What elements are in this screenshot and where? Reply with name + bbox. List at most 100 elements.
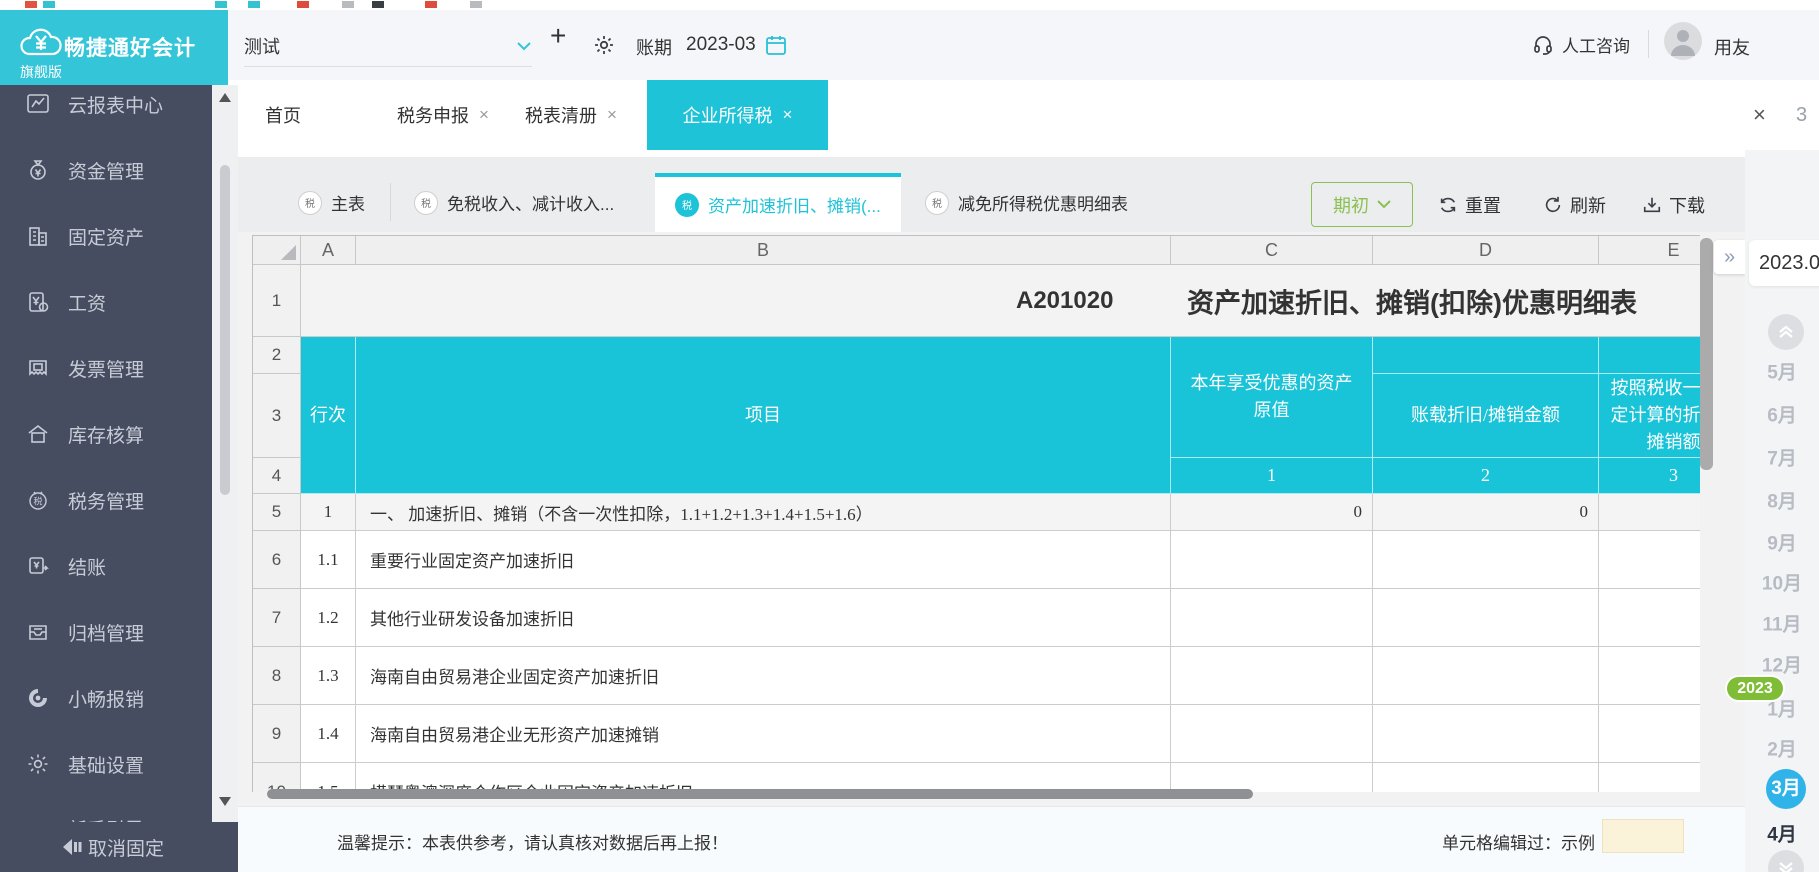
cell-item[interactable]: 海南自由贸易港企业无形资产加速摊销 — [356, 705, 1171, 763]
sidebar-item-cloud-reports[interactable]: 云报表中心 — [0, 84, 212, 124]
collapse-panel-button[interactable]: » — [1714, 240, 1745, 274]
form-title-cell[interactable]: A201020 资产加速折旧、摊销(扣除)优惠明细表 — [301, 265, 1700, 337]
cell-item[interactable]: 横琴粤澳深度合作区企业固定资产加速折旧 — [356, 763, 1171, 792]
sidebar-item-invoices[interactable]: 发票管理 — [0, 348, 212, 388]
col-header-e[interactable]: E — [1599, 236, 1700, 265]
sidebar-item-inventory[interactable]: 库存核算 — [0, 414, 212, 454]
cell-value[interactable] — [1373, 589, 1599, 647]
close-icon[interactable]: × — [783, 105, 793, 125]
row-number[interactable]: 5 — [253, 494, 301, 531]
cell-item[interactable]: 海南自由贸易港企业固定资产加速折旧 — [356, 647, 1171, 705]
cell-value[interactable] — [1171, 589, 1373, 647]
download-button[interactable]: 下载 — [1642, 182, 1705, 227]
col-header-a[interactable]: A — [301, 236, 356, 265]
cell-value[interactable] — [1599, 647, 1700, 705]
month-item[interactable]: 4月 — [1745, 820, 1819, 847]
sidebar-scrollbar-thumb[interactable] — [220, 165, 230, 495]
cell-value[interactable] — [1599, 494, 1700, 531]
header-tax-depreciation[interactable]: 按照税收一般规定计算的折旧、摊销额 — [1599, 374, 1700, 458]
add-account-button[interactable]: + — [550, 20, 566, 52]
sidebar-item-salary[interactable]: 工资 — [0, 282, 212, 322]
sidebar-item-funds[interactable]: 资金管理 — [0, 150, 212, 190]
scroll-months-up-button[interactable] — [1768, 314, 1804, 350]
month-item[interactable]: 2月 — [1745, 735, 1819, 762]
row-number[interactable]: 8 — [253, 647, 301, 705]
sidebar-item-settings[interactable]: 基础设置 — [0, 744, 212, 784]
select-all-corner[interactable] — [253, 236, 301, 265]
month-item[interactable]: 9月 — [1745, 529, 1819, 556]
col-header-c[interactable]: C — [1171, 236, 1373, 265]
month-item[interactable]: 5月 — [1745, 358, 1819, 385]
header-col-num-2[interactable]: 2 — [1373, 458, 1599, 494]
cell-value[interactable] — [1599, 763, 1700, 792]
calendar-icon[interactable] — [764, 33, 788, 57]
month-item[interactable]: 8月 — [1745, 487, 1819, 514]
close-icon[interactable]: × — [607, 105, 617, 125]
row-number[interactable]: 6 — [253, 531, 301, 589]
col-header-d[interactable]: D — [1373, 236, 1599, 265]
month-item[interactable]: 11月 — [1745, 610, 1819, 637]
header-col-num-1[interactable]: 1 — [1171, 458, 1373, 494]
row-number[interactable]: 7 — [253, 589, 301, 647]
account-selector[interactable]: 测试 — [244, 26, 532, 67]
unpin-sidebar-button[interactable]: 取消固定 — [0, 822, 238, 872]
row-number[interactable]: 10 — [253, 763, 301, 792]
cell-value[interactable] — [1171, 705, 1373, 763]
month-item[interactable]: 12月 — [1745, 651, 1819, 678]
cell-value[interactable] — [1171, 531, 1373, 589]
cell-value[interactable] — [1373, 647, 1599, 705]
current-period-card[interactable]: 2023.03 — [1749, 240, 1819, 286]
cell-row-no[interactable]: 1.5 — [301, 763, 356, 792]
header-item[interactable]: 项目 — [356, 337, 1171, 494]
subtab-taxfree-income[interactable]: 税 免税收入、减计收入... — [394, 173, 634, 232]
cell-value[interactable]: 0 — [1373, 494, 1599, 531]
refresh-button[interactable]: 刷新 — [1543, 182, 1606, 227]
reset-button[interactable]: 重置 — [1438, 182, 1501, 227]
month-item[interactable]: 7月 — [1745, 444, 1819, 471]
cell-item[interactable]: 一、 加速折旧、摊销（不含一次性扣除，1.1+1.2+1.3+1.4+1.5+1… — [356, 494, 1171, 531]
period-value[interactable]: 2023-03 — [686, 34, 756, 56]
cell-row-no[interactable]: 1.3 — [301, 647, 356, 705]
settings-gear-button[interactable] — [592, 33, 616, 57]
cell-row-no[interactable]: 1.4 — [301, 705, 356, 763]
horizontal-scrollbar-thumb[interactable] — [267, 789, 1253, 799]
scroll-months-down-button[interactable] — [1768, 850, 1804, 872]
avatar[interactable] — [1664, 22, 1702, 60]
header-col-num-3[interactable]: 3 — [1599, 458, 1700, 494]
sidebar-item-fixed-assets[interactable]: 固定资产 — [0, 216, 212, 256]
sidebar-item-tax[interactable]: 税 税务管理 — [0, 480, 212, 520]
header-asset-value[interactable]: 本年享受优惠的资产原值 — [1171, 337, 1373, 458]
row-number[interactable]: 1 — [253, 265, 301, 337]
cell-row-no[interactable]: 1.2 — [301, 589, 356, 647]
sidebar-item-xiaochang-expense[interactable]: 小畅报销 — [0, 678, 212, 718]
sidebar-item-closing[interactable]: 结账 — [0, 546, 212, 586]
month-item-active[interactable]: 3月 — [1766, 769, 1806, 809]
month-item[interactable]: 1月 — [1745, 695, 1819, 722]
sidebar-item-archive[interactable]: 归档管理 — [0, 612, 212, 652]
subtab-main-table[interactable]: 税 主表 — [278, 173, 385, 232]
subtab-tax-reduction-detail[interactable]: 税 减免所得税优惠明细表 — [905, 173, 1148, 232]
tab-overflow-indicator[interactable]: 3 — [1796, 80, 1807, 150]
cell-value[interactable] — [1599, 531, 1700, 589]
cell-value[interactable] — [1171, 647, 1373, 705]
row-number[interactable]: 4 — [253, 458, 301, 494]
cell-row-no[interactable]: 1 — [301, 494, 356, 531]
support-button[interactable]: 人工咨询 — [1532, 32, 1630, 57]
cell-value[interactable] — [1373, 531, 1599, 589]
row-number[interactable]: 3 — [253, 374, 301, 458]
row-number[interactable]: 2 — [253, 337, 301, 374]
col-header-b[interactable]: B — [356, 236, 1171, 265]
cell-value[interactable]: 0 — [1171, 494, 1373, 531]
tab-corporate-income-tax[interactable]: 企业所得税 × — [647, 80, 828, 150]
vertical-scrollbar-thumb[interactable] — [1700, 238, 1713, 470]
cell-item[interactable]: 其他行业研发设备加速折旧 — [356, 589, 1171, 647]
scroll-up-icon[interactable] — [219, 93, 231, 102]
tab-tax-filing[interactable]: 税务申报 × — [380, 80, 506, 150]
cell-value[interactable] — [1599, 589, 1700, 647]
subtab-accelerated-depreciation[interactable]: 税 资产加速折旧、摊销(... — [655, 173, 901, 232]
close-icon[interactable]: × — [479, 105, 489, 125]
header-row-no[interactable]: 行次 — [301, 337, 356, 494]
cell-item[interactable]: 重要行业固定资产加速折旧 — [356, 531, 1171, 589]
cell-value[interactable] — [1599, 705, 1700, 763]
tab-tax-register[interactable]: 税表清册 × — [508, 80, 634, 150]
